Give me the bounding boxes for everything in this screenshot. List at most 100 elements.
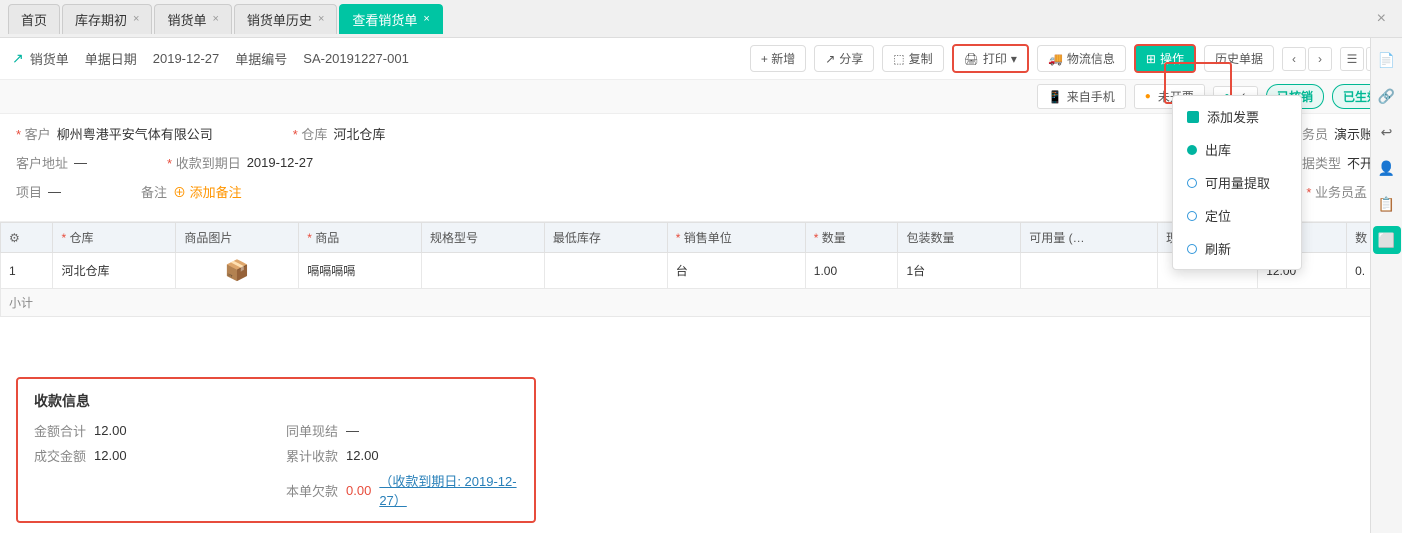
warehouse-value: 河北仓库 [333,124,385,143]
from-phone-button[interactable]: 📱 来自手机 [1037,84,1126,109]
dropdown-available-qty[interactable]: 可用量提取 [1173,166,1301,199]
add-note-button[interactable]: ⊕ 添加备注 [173,182,242,201]
logistics-icon: 🚚 [1048,52,1063,66]
due-date-label: 收款到期日 [167,153,241,172]
due-date-field: 收款到期日 2019-12-27 [167,153,313,172]
doc-meta: 单据日期 2019-12-27 单据编号 SA-20191227-001 [85,49,409,68]
doc-actions: + 新增 ↗ 分享 ⬚ 复制 🖨 打印 ▾ 🚚 物流信息 [750,44,1390,73]
project-value: — [48,184,61,199]
cumulative-value: 12.00 [346,448,379,463]
due-extra[interactable]: （收款到期日: 2019-12-27） [379,471,518,509]
due-value: 0.00 [346,483,371,498]
address-label: 客户地址 [16,153,68,172]
locate-icon [1187,211,1197,221]
share-button[interactable]: ↗ 分享 [814,45,874,72]
date-label: 单据日期 [85,49,137,68]
add-invoice-label: 添加发票 [1207,107,1259,126]
prev-button[interactable]: ‹ [1282,47,1306,71]
td-no: 1 [1,253,53,289]
td-min-stock [544,253,667,289]
refresh-icon [1187,244,1197,254]
sidebar-user-icon[interactable]: 👤 [1373,154,1401,182]
print-button[interactable]: 🖨 打印 ▾ [952,44,1029,73]
td-unit: 台 [667,253,805,289]
new-button[interactable]: + 新增 [750,45,806,72]
tab-sales-history-label: 销货单历史 [247,10,312,29]
staff2-label: 业务员孟 [1306,182,1367,201]
transaction-value: 12.00 [94,448,127,463]
doc-title-group: ↗ 销货单 [12,49,69,68]
print-dropdown-icon: ▾ [1011,52,1017,66]
note-field: 备注 ⊕ 添加备注 [141,182,242,201]
total-value: 12.00 [94,423,127,438]
due-date-value: 2019-12-27 [247,155,314,170]
tab-inventory-close[interactable]: × [133,13,139,25]
nav-buttons: ‹ › [1282,47,1332,71]
add-invoice-icon [1187,111,1199,123]
operate-button[interactable]: ⊞ 操作 [1134,44,1196,73]
refresh-label: 刷新 [1205,239,1231,258]
dropdown-locate[interactable]: 定位 [1173,199,1301,232]
td-qty: 1.00 [805,253,898,289]
th-min-stock: 最低库存 [544,223,667,253]
history-button[interactable]: 历史单据 [1204,45,1274,72]
tab-inventory-label: 库存期初 [75,10,127,29]
operate-icon: ⊞ [1146,52,1156,66]
doc-type-label: 销货单 [30,49,69,68]
print-icon: 🖨 [964,52,979,66]
tab-home[interactable]: 首页 [8,4,60,34]
td-product: 嗝嗝嗝嗝 [299,253,422,289]
dropdown-menu: 添加发票 出库 可用量提取 定位 刷新 [1172,95,1302,270]
address-value: — [74,155,87,170]
sidebar-return-icon[interactable]: ↩ [1373,118,1401,146]
available-qty-icon [1187,178,1197,188]
dropdown-refresh[interactable]: 刷新 [1173,232,1301,265]
next-button[interactable]: › [1308,47,1332,71]
address-field: 客户地址 — [16,153,87,172]
td-warehouse: 河北仓库 [53,253,176,289]
sidebar-expand-icon[interactable]: ⬜ [1373,226,1401,254]
transaction-label: 成交金额 [34,446,86,465]
sidebar-doc-icon[interactable]: 📄 [1373,46,1401,74]
tab-sales[interactable]: 销货单 × [154,4,231,34]
dropdown-add-invoice[interactable]: 添加发票 [1173,100,1301,133]
note-label: 备注 [141,182,167,201]
th-product: 商品 [299,223,422,253]
copy-button[interactable]: ⬚ 复制 [882,45,943,72]
same-order-value: — [346,423,359,438]
tab-view-sales[interactable]: 查看销货单 × [339,4,442,34]
th-settings[interactable]: ⚙ [1,223,53,253]
customer-field: 客户 柳州粤港平安气体有限公司 [16,124,213,143]
date-value: 2019-12-27 [153,51,220,66]
share-icon: ↗ [825,52,835,66]
payment-grid: 金额合计 12.00 同单现结 — 成交金额 12.00 累计收款 12.00 [34,421,518,509]
copy-icon: ⬚ [893,52,904,66]
th-spec: 规格型号 [422,223,545,253]
sidebar-clipboard-icon[interactable]: 📋 [1373,190,1401,218]
window-close-button[interactable]: × [1369,10,1394,28]
phone-icon: 📱 [1048,90,1063,104]
td-spec [422,253,545,289]
gear-icon[interactable]: ⚙ [9,231,20,245]
tab-sales-close[interactable]: × [212,13,218,25]
tab-inventory[interactable]: 库存期初 × [62,4,152,34]
project-label: 项目 [16,182,42,201]
payment-spacer [34,471,266,509]
payment-info: 收款信息 金额合计 12.00 同单现结 — 成交金额 12.00 累计收款 1… [16,377,536,523]
tab-sales-label: 销货单 [167,10,206,29]
subtotal-row: 小计 [1,289,1402,317]
sidebar-link-icon[interactable]: 🔗 [1373,82,1401,110]
tab-sales-history-close[interactable]: × [318,13,324,25]
warehouse-label: 仓库 [293,124,328,143]
customer-label: 客户 [16,124,51,143]
logistics-button[interactable]: 🚚 物流信息 [1037,45,1126,72]
dropdown-outbound[interactable]: 出库 [1173,133,1301,166]
tab-view-sales-close[interactable]: × [423,13,429,25]
number-value: SA-20191227-001 [303,51,409,66]
tab-sales-history[interactable]: 销货单历史 × [234,4,337,34]
th-unit: 销售单位 [667,223,805,253]
tab-home-label: 首页 [21,10,47,29]
list-view-button[interactable]: ☰ [1340,47,1364,71]
payment-due-row: 本单欠款 0.00 （收款到期日: 2019-12-27） [286,471,518,509]
cumulative-label: 累计收款 [286,446,338,465]
